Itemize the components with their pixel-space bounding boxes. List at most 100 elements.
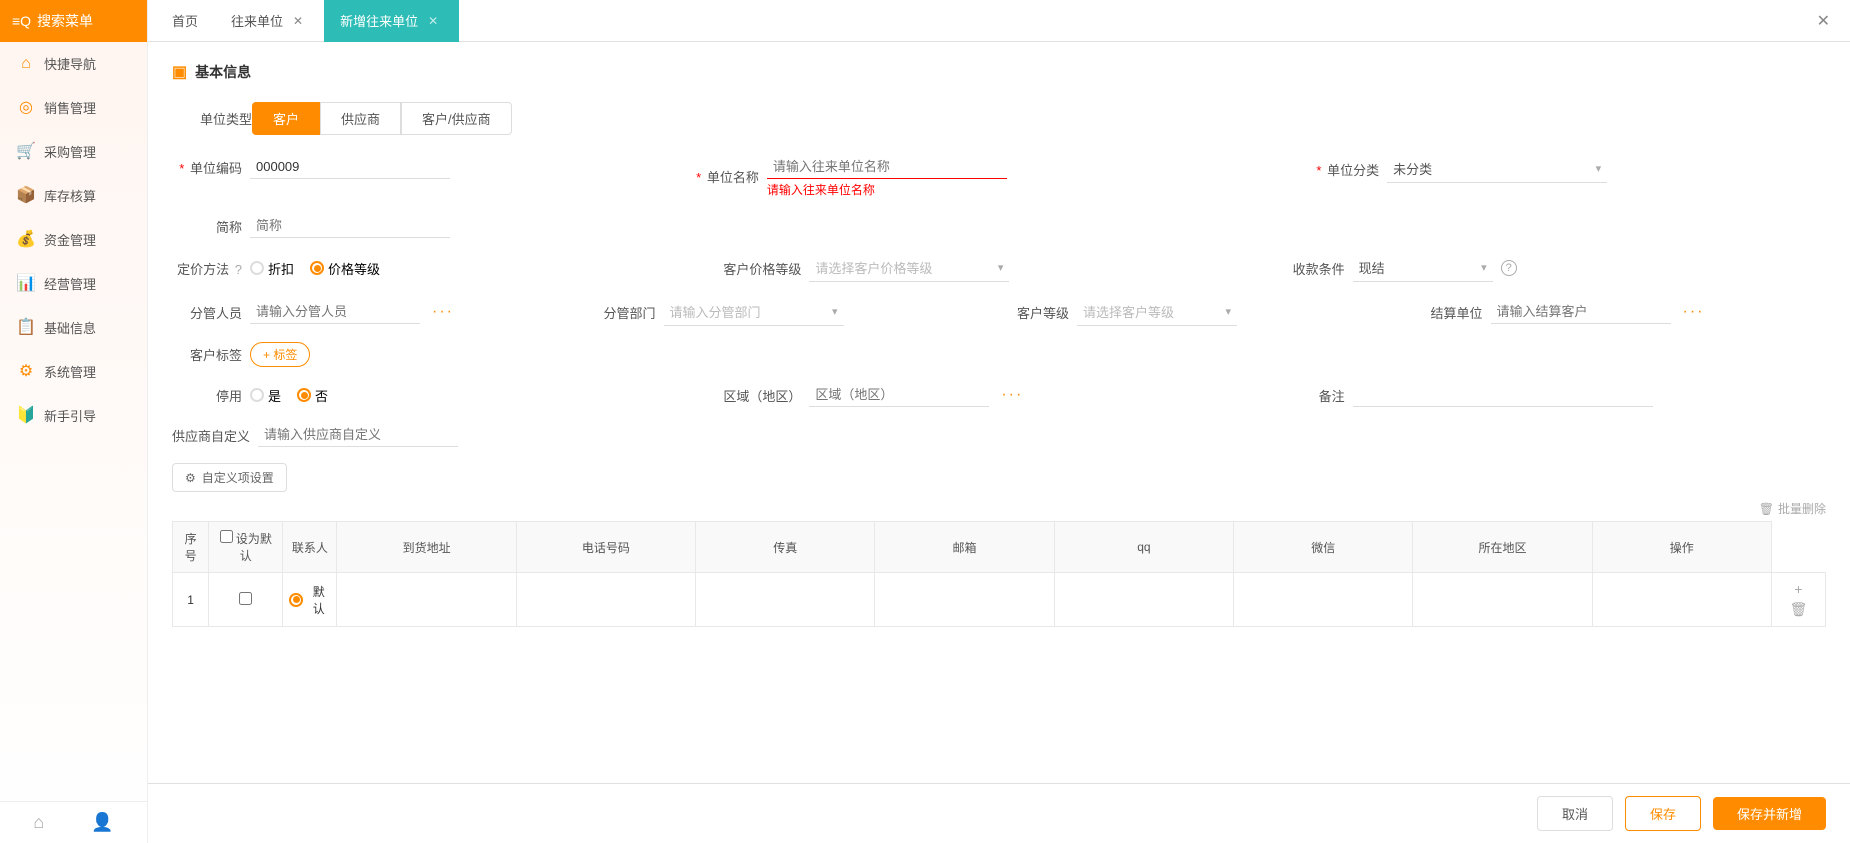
row-email[interactable] (1054, 573, 1233, 627)
customer-level-select[interactable]: 请选择客户等级 ▾ (1077, 298, 1237, 326)
search-menu[interactable]: ≡Q 搜索菜单 (0, 0, 147, 42)
payment-terms-label: 收款条件 (1275, 259, 1345, 278)
yes-radio-circle (250, 388, 264, 402)
row-qq[interactable] (1234, 573, 1413, 627)
disabled-label: 停用 (172, 386, 242, 405)
row-checkbox[interactable] (239, 592, 252, 605)
sidebar-item-basic-info[interactable]: 📋基础信息 (0, 305, 147, 349)
operations-icon: 📊 (16, 273, 36, 293)
pricing-level-radio[interactable]: 价格等级 (310, 259, 380, 278)
row-checkbox-cell (209, 573, 283, 627)
no-radio-circle (297, 388, 311, 402)
sidebar-item-inventory[interactable]: 📦库存核算 (0, 173, 147, 217)
tab-new-partner[interactable]: 新增往来单位✕ (324, 0, 459, 42)
discount-radio-circle (250, 261, 264, 275)
save-button[interactable]: 保存 (1625, 796, 1701, 831)
fax-input[interactable] (881, 592, 1047, 607)
unit-type-btn-客户[interactable]: 客户 (252, 102, 320, 135)
department-select[interactable]: 请输入分管部门 ▾ (664, 298, 844, 326)
region-input[interactable] (809, 383, 989, 407)
tab-home[interactable]: 首页 (156, 0, 215, 42)
discount-label: 折扣 (268, 259, 294, 278)
home-bottom-icon[interactable]: ⌂ (33, 812, 44, 833)
purchase-icon: 🛒 (16, 141, 36, 161)
payment-terms-field: 收款条件 现结 ▾ ? (1275, 254, 1826, 282)
region-label: 区域（地区） (723, 386, 801, 405)
table-col-5: 传真 (696, 522, 875, 573)
batch-delete-area: 🗑 批量删除 (172, 500, 1826, 517)
address-input[interactable] (523, 592, 689, 607)
unit-type-btn-供应商[interactable]: 供应商 (320, 102, 401, 135)
pricing-discount-radio[interactable]: 折扣 (250, 259, 294, 278)
department-label: 分管部门 (586, 303, 656, 322)
custom-settings-button[interactable]: ⚙ 自定义项设置 (172, 463, 287, 492)
basic-info-label: 基础信息 (44, 318, 96, 337)
sidebar-item-quick-nav[interactable]: ⌂快捷导航 (0, 42, 147, 85)
close-window-button[interactable]: ✕ (1805, 3, 1842, 39)
batch-delete-label[interactable]: 批量删除 (1778, 500, 1826, 517)
row-contact[interactable] (337, 573, 516, 627)
row-phone[interactable] (696, 573, 875, 627)
pricing-help-icon[interactable]: ? (235, 262, 242, 277)
row-region-input[interactable] (1599, 592, 1765, 607)
phone-input[interactable] (702, 592, 868, 607)
payment-terms-select[interactable]: 现结 ▾ (1353, 254, 1493, 282)
sidebar-item-operations[interactable]: 📊经营管理 (0, 261, 147, 305)
select-all-checkbox[interactable] (220, 530, 233, 543)
row-fax[interactable] (875, 573, 1054, 627)
department-chevron-icon: ▾ (832, 305, 838, 318)
sidebar-item-guide[interactable]: 🔰新手引导 (0, 393, 147, 437)
disabled-radio-group: 是 否 (250, 386, 328, 405)
user-bottom-icon[interactable]: 👤 (91, 812, 113, 833)
table-section: ⚙ 自定义项设置 🗑 批量删除 序号 设为默认联系人到货地址电话号码传真邮箱qq… (172, 463, 1826, 627)
row-wechat[interactable] (1413, 573, 1592, 627)
remarks-input[interactable] (1353, 383, 1653, 407)
unit-type-btn-客户/供应商[interactable]: 客户/供应商 (401, 102, 512, 135)
add-tag-button[interactable]: + 标签 (250, 342, 310, 367)
tab-close-partners[interactable]: ✕ (289, 12, 307, 30)
row-add-button[interactable]: + (1790, 579, 1806, 599)
remarks-label: 备注 (1275, 386, 1345, 405)
disabled-yes-radio[interactable]: 是 (250, 386, 281, 405)
sidebar-item-purchase[interactable]: 🛒采购管理 (0, 129, 147, 173)
abbreviation-field: 简称 (172, 214, 1826, 238)
sidebar-item-finance[interactable]: 💰资金管理 (0, 217, 147, 261)
save-new-button[interactable]: 保存并新增 (1713, 797, 1826, 830)
no-label: 否 (315, 386, 328, 405)
unit-name-input[interactable] (767, 155, 1007, 179)
customer-level-field: 客户等级 请选择客户等级 ▾ (999, 298, 1413, 326)
qq-input[interactable] (1240, 592, 1406, 607)
manager-more-icon[interactable]: ··· (428, 303, 458, 321)
email-input[interactable] (1061, 592, 1227, 607)
wechat-input[interactable] (1419, 592, 1585, 607)
sidebar-item-sales[interactable]: ◎销售管理 (0, 85, 147, 129)
sidebar-item-system[interactable]: ⚙系统管理 (0, 349, 147, 393)
row-address[interactable] (516, 573, 695, 627)
row-region[interactable] (1592, 573, 1771, 627)
manager-input[interactable] (250, 300, 420, 324)
unit-category-select[interactable]: 未分类 ▾ (1387, 155, 1607, 183)
customer-price-level-label: 客户价格等级 (723, 259, 801, 278)
supplier-custom-label: 供应商自定义 (172, 426, 250, 445)
region-more-icon[interactable]: ··· (997, 386, 1027, 404)
tab-partners[interactable]: 往来单位✕ (215, 0, 324, 42)
settlement-unit-input[interactable] (1491, 300, 1671, 324)
abbreviation-input[interactable] (250, 214, 450, 238)
settlement-more-icon[interactable]: ··· (1679, 303, 1709, 321)
tab-close-new-partner[interactable]: ✕ (424, 12, 442, 30)
table-col-8: 微信 (1234, 522, 1413, 573)
unit-code-input[interactable] (250, 155, 450, 179)
category-chevron-icon: ▾ (1596, 162, 1602, 175)
row-delete-button[interactable]: 🗑 (1786, 599, 1812, 620)
cancel-button[interactable]: 取消 (1537, 796, 1613, 831)
unit-type-row: 单位类型 客户供应商客户/供应商 (172, 102, 1826, 135)
disabled-no-radio[interactable]: 否 (297, 386, 328, 405)
inventory-label: 库存核算 (44, 186, 96, 205)
remarks-field: 备注 (1275, 383, 1826, 407)
customer-price-level-select[interactable]: 请选择客户价格等级 ▾ (809, 254, 1009, 282)
default-radio[interactable] (289, 593, 303, 607)
unit-name-error: 请输入往来单位名称 (767, 181, 1007, 198)
supplier-custom-input[interactable] (258, 423, 458, 447)
payment-help-icon[interactable]: ? (1501, 260, 1517, 276)
contact-input[interactable] (343, 592, 509, 607)
